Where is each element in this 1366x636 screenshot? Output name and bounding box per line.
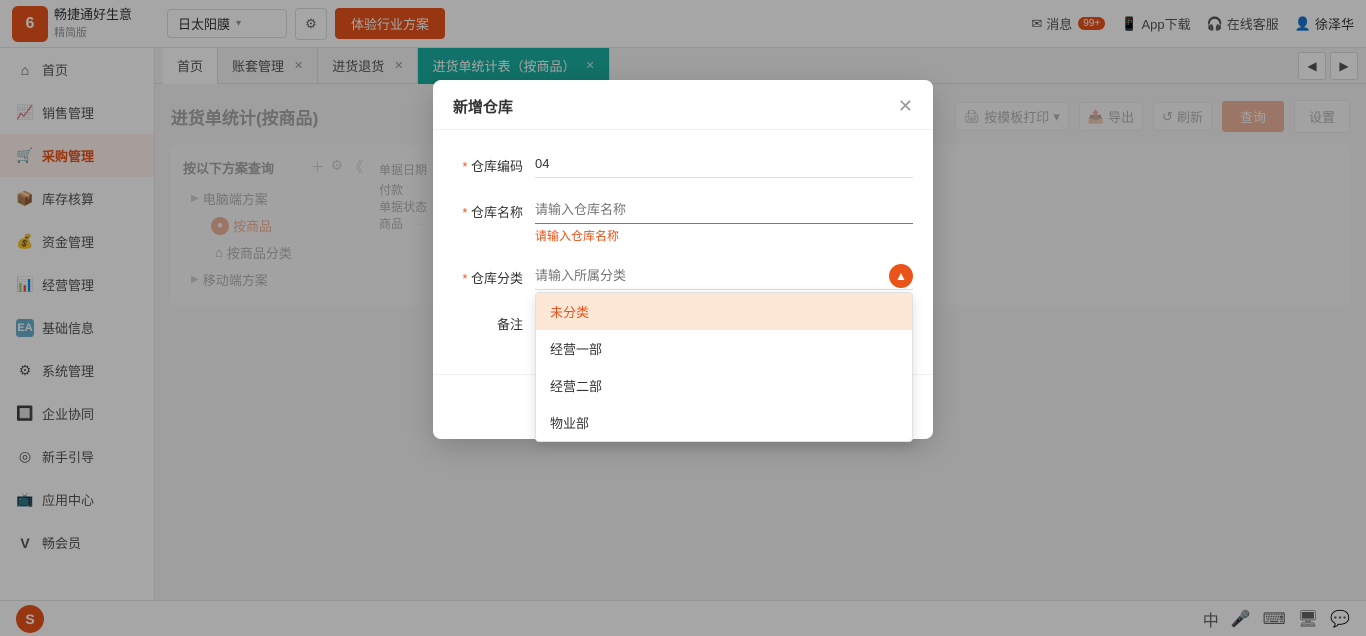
name-error-message: 请输入仓库名称 [535,227,913,244]
name-field: 请输入仓库名称 [535,196,913,244]
dropdown-item-dept2[interactable]: 经营二部 [536,367,912,404]
name-field-row: 仓库名称 请输入仓库名称 [453,196,913,244]
new-warehouse-modal: 新增仓库 ✕ 仓库编码 仓库名称 请输入仓库名称 [433,80,933,439]
code-field [535,150,913,178]
code-input[interactable] [535,150,913,178]
modal-overlay: 新增仓库 ✕ 仓库编码 仓库名称 请输入仓库名称 [0,0,1366,636]
dropdown-item-dept1[interactable]: 经营一部 [536,330,912,367]
name-label: 仓库名称 [453,196,523,221]
category-label: 仓库分类 [453,262,523,287]
category-dropdown: 未分类 经营一部 经营二部 物业部 [535,292,913,442]
modal-close-button[interactable]: ✕ [898,96,913,117]
category-input[interactable] [535,262,913,290]
category-dropdown-toggle[interactable]: ▲ [889,264,913,288]
modal-title: 新增仓库 [453,96,513,117]
code-label: 仓库编码 [453,150,523,175]
modal-header: 新增仓库 ✕ [433,80,933,130]
category-field: ▲ 未分类 经营一部 经营二部 物业部 [535,262,913,290]
dropdown-item-dept3[interactable]: 物业部 [536,404,912,441]
code-field-row: 仓库编码 [453,150,913,178]
category-field-row: 仓库分类 ▲ 未分类 经营一部 经营二部 物业部 [453,262,913,290]
modal-body: 仓库编码 仓库名称 请输入仓库名称 仓库分类 [433,130,933,374]
dropdown-item-uncategorized[interactable]: 未分类 [536,293,912,330]
name-input[interactable] [535,196,913,224]
remark-label: 备注 [453,308,523,333]
